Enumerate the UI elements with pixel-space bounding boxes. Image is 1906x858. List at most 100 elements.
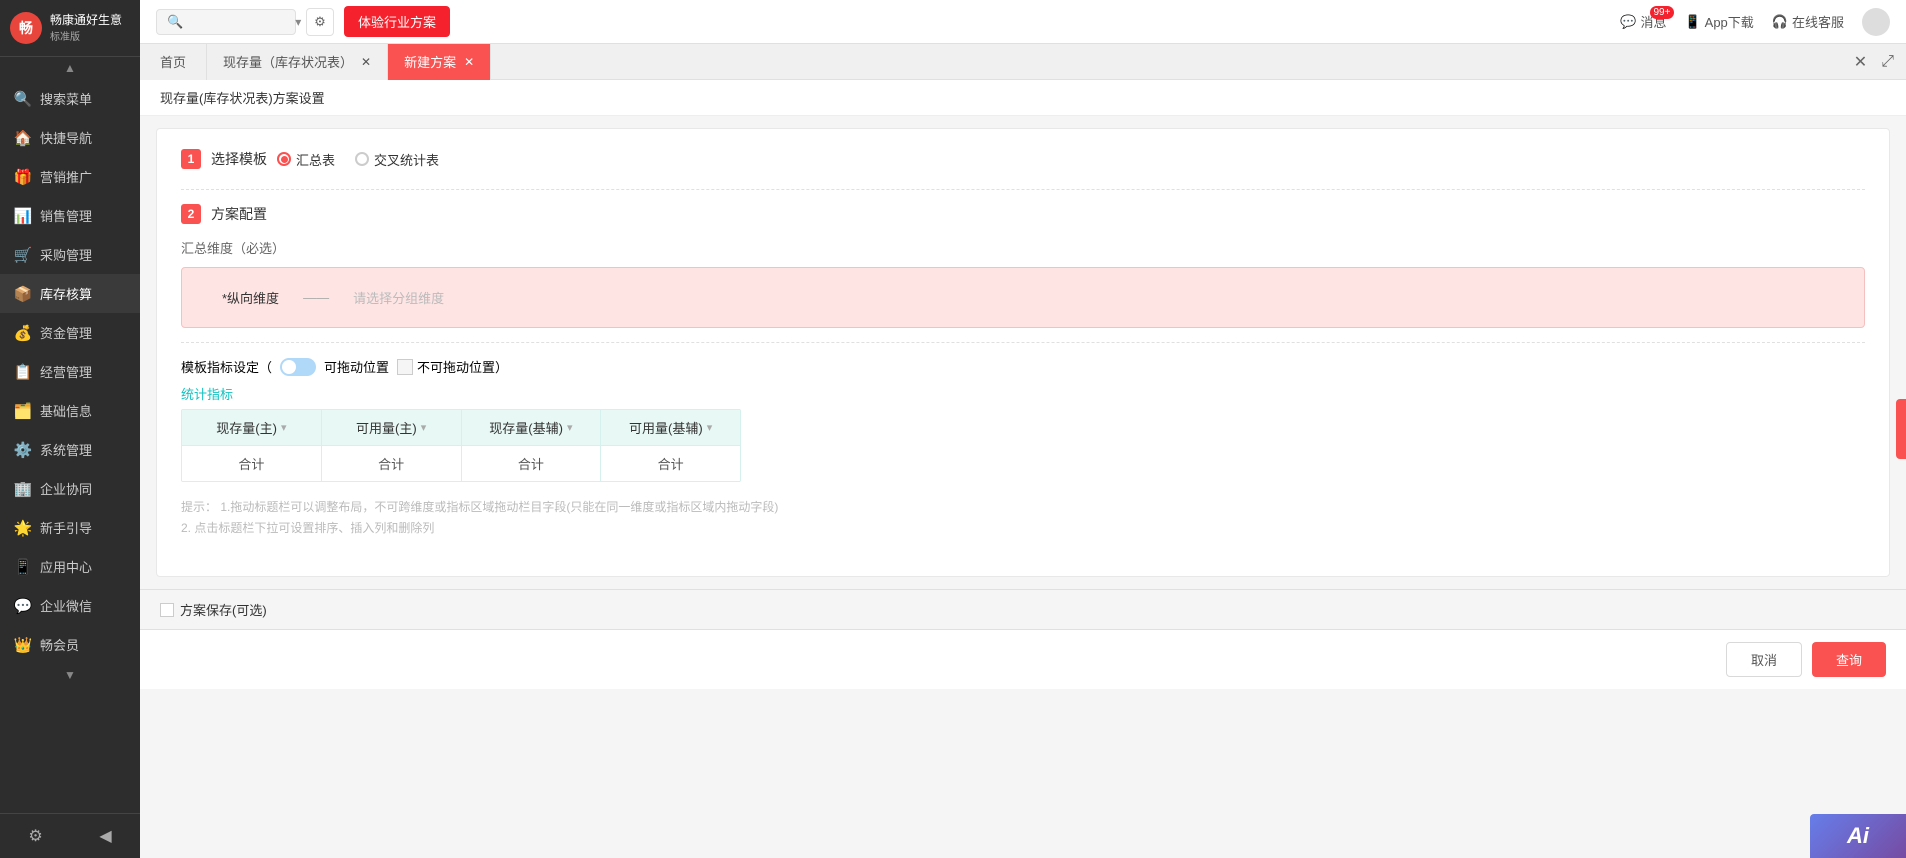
dim-field-label: 汇总维度（必选） bbox=[181, 238, 1865, 257]
col1-chevron-icon: ▾ bbox=[421, 421, 427, 434]
indicator-drag-toggle[interactable] bbox=[280, 358, 316, 376]
sales-icon: 📊 bbox=[14, 207, 32, 225]
stats-col-1[interactable]: 可用量(主) ▾ bbox=[322, 410, 462, 445]
page-header: 现存量(库存状况表)方案设置 bbox=[140, 80, 1906, 116]
section-divider-2 bbox=[181, 342, 1865, 343]
section-divider-1 bbox=[181, 189, 1865, 190]
sidebar-item-operations[interactable]: 📋 经营管理 bbox=[0, 352, 140, 391]
stats-cell-0-0: 合计 bbox=[182, 446, 322, 481]
sidebar-item-basic-info[interactable]: 🗂️ 基础信息 bbox=[0, 391, 140, 430]
col0-chevron-icon: ▾ bbox=[281, 421, 287, 434]
radio-cross-circle bbox=[355, 152, 369, 166]
sidebar-item-members[interactable]: 👑 畅会员 bbox=[0, 625, 140, 664]
indicator-no-drag-box bbox=[397, 359, 413, 375]
sidebar-scroll-up[interactable]: ▲ bbox=[0, 57, 140, 79]
sidebar-item-system[interactable]: ⚙️ 系统管理 bbox=[0, 430, 140, 469]
stats-cell-0-1: 合计 bbox=[322, 446, 462, 481]
headset-icon: 🎧 bbox=[1772, 14, 1788, 30]
tab-new-plan[interactable]: 新建方案 ✕ bbox=[388, 44, 491, 80]
sidebar-item-sales[interactable]: 📊 销售管理 bbox=[0, 196, 140, 235]
inventory-icon: 📦 bbox=[14, 285, 32, 303]
wechat-icon: 💬 bbox=[14, 597, 32, 615]
online-service-btn[interactable]: 🎧 在线客服 bbox=[1772, 12, 1844, 31]
logo-text: 畅康通好生意 标准版 bbox=[50, 13, 122, 44]
sidebar-item-finance[interactable]: 💰 资金管理 bbox=[0, 313, 140, 352]
stats-table: 现存量(主) ▾ 可用量(主) ▾ 现存量(基辅) ▾ 可用量(基辅) bbox=[181, 409, 741, 482]
section2-header: 2 方案配置 bbox=[181, 204, 1865, 224]
save-checkbox-box[interactable] bbox=[160, 603, 174, 617]
user-avatar[interactable] bbox=[1862, 8, 1890, 36]
tips-area: 提示： 1.拖动标题栏可以调整布局，不可跨维度或指标区域拖动栏目字段(只能在同一… bbox=[181, 498, 1865, 536]
app-download-btn[interactable]: 📱 App下载 bbox=[1684, 12, 1753, 31]
content-area: 现存量(库存状况表)方案设置 1 选择模板 汇总表 bbox=[140, 80, 1906, 858]
col3-chevron-icon: ▾ bbox=[707, 421, 713, 434]
topbar-settings-btn[interactable]: ⚙ bbox=[306, 8, 334, 36]
action-bar: 取消 查询 bbox=[140, 629, 1906, 689]
sidebar-item-quick-nav[interactable]: 🏠 快捷导航 bbox=[0, 118, 140, 157]
save-checkbox-item[interactable]: 方案保存(可选) bbox=[160, 600, 267, 619]
stats-col-3[interactable]: 可用量(基辅) ▾ bbox=[601, 410, 740, 445]
sidebar-settings-btn[interactable]: ⚙ bbox=[20, 822, 50, 850]
radio-cross[interactable]: 交叉统计表 bbox=[355, 150, 439, 169]
main-area: 🔍 ▾ ⚙ 体验行业方案 💬 消息 99+ 📱 App下载 🎧 在线客服 bbox=[140, 0, 1906, 858]
ai-badge[interactable]: Ai bbox=[1810, 814, 1906, 858]
system-icon: ⚙️ bbox=[14, 441, 32, 459]
tab-inventory-status[interactable]: 现存量（库存状况表） ✕ bbox=[207, 44, 388, 80]
sidebar-item-app-center[interactable]: 📱 应用中心 bbox=[0, 547, 140, 586]
right-edge-bar bbox=[1896, 399, 1906, 459]
sidebar: 畅 畅康通好生意 标准版 ▲ 🔍 搜索菜单 🏠 快捷导航 🎁 营销推广 📊 销售… bbox=[0, 0, 140, 858]
section1-header: 1 选择模板 汇总表 交叉统计表 bbox=[181, 149, 1865, 169]
search-dropdown-icon[interactable]: ▾ bbox=[295, 15, 301, 29]
enterprise-icon: 🏢 bbox=[14, 480, 32, 498]
tab-expand-btn[interactable]: ⤢ bbox=[1877, 51, 1898, 73]
topbar-right: 💬 消息 99+ 📱 App下载 🎧 在线客服 bbox=[1620, 8, 1890, 36]
stats-col-2[interactable]: 现存量(基辅) ▾ bbox=[462, 410, 602, 445]
cancel-button[interactable]: 取消 bbox=[1726, 642, 1802, 677]
marketing-icon: 🎁 bbox=[14, 168, 32, 186]
col2-chevron-icon: ▾ bbox=[567, 421, 573, 434]
sidebar-item-new-guide[interactable]: 🌟 新手引导 bbox=[0, 508, 140, 547]
sidebar-item-inventory[interactable]: 📦 库存核算 bbox=[0, 274, 140, 313]
tab-home[interactable]: 首页 bbox=[140, 44, 207, 80]
sidebar-item-purchase[interactable]: 🛒 采购管理 bbox=[0, 235, 140, 274]
sidebar-item-search-menu[interactable]: 🔍 搜索菜单 bbox=[0, 79, 140, 118]
trial-button[interactable]: 体验行业方案 bbox=[344, 6, 450, 37]
sidebar-item-wechat[interactable]: 💬 企业微信 bbox=[0, 586, 140, 625]
indicator-text-before: 模板指标设定（ bbox=[181, 357, 272, 376]
stats-cell-0-3: 合计 bbox=[601, 446, 740, 481]
sidebar-logo: 畅 畅康通好生意 标准版 bbox=[0, 0, 140, 57]
template-radio-group: 汇总表 交叉统计表 bbox=[277, 150, 439, 169]
tab-close-all-btn[interactable]: ✕ bbox=[1850, 50, 1871, 74]
sidebar-scroll-down[interactable]: ▼ bbox=[0, 664, 140, 686]
indicator-badge-dot bbox=[282, 360, 296, 374]
radio-summary-circle bbox=[277, 152, 291, 166]
sidebar-item-marketing[interactable]: 🎁 营销推广 bbox=[0, 157, 140, 196]
tabs-actions: ✕ ⤢ bbox=[1850, 50, 1906, 74]
stats-table-row-0: 合计 合计 合计 合计 bbox=[182, 445, 740, 481]
indicator-drag-label: 可拖动位置 bbox=[324, 357, 389, 376]
sidebar-bottom: ⚙ ◀ bbox=[0, 813, 140, 858]
quick-nav-icon: 🏠 bbox=[14, 129, 32, 147]
stats-cell-0-2: 合计 bbox=[462, 446, 602, 481]
logo-icon: 畅 bbox=[10, 12, 42, 44]
radio-summary[interactable]: 汇总表 bbox=[277, 150, 335, 169]
sidebar-collapse-btn[interactable]: ◀ bbox=[91, 822, 119, 850]
indicator-no-drag-group: 不可拖动位置） bbox=[397, 357, 508, 376]
settings-icon: ⚙ bbox=[314, 14, 326, 30]
tab-new-plan-close[interactable]: ✕ bbox=[464, 55, 474, 69]
search-box[interactable]: 🔍 ▾ bbox=[156, 9, 296, 35]
stats-col-0[interactable]: 现存量(主) ▾ bbox=[182, 410, 322, 445]
message-btn[interactable]: 💬 消息 99+ bbox=[1620, 12, 1666, 31]
operations-icon: 📋 bbox=[14, 363, 32, 381]
new-guide-icon: 🌟 bbox=[14, 519, 32, 537]
search-menu-icon: 🔍 bbox=[14, 90, 32, 108]
basic-info-icon: 🗂️ bbox=[14, 402, 32, 420]
section-template: 1 选择模板 汇总表 交叉统计表 bbox=[181, 149, 1865, 169]
app-download-icon: 📱 bbox=[1684, 14, 1700, 30]
sidebar-item-enterprise[interactable]: 🏢 企业协同 bbox=[0, 469, 140, 508]
tab-inventory-close[interactable]: ✕ bbox=[361, 55, 371, 69]
search-input[interactable] bbox=[189, 15, 289, 29]
query-button[interactable]: 查询 bbox=[1812, 642, 1886, 677]
members-icon: 👑 bbox=[14, 636, 32, 654]
finance-icon: 💰 bbox=[14, 324, 32, 342]
